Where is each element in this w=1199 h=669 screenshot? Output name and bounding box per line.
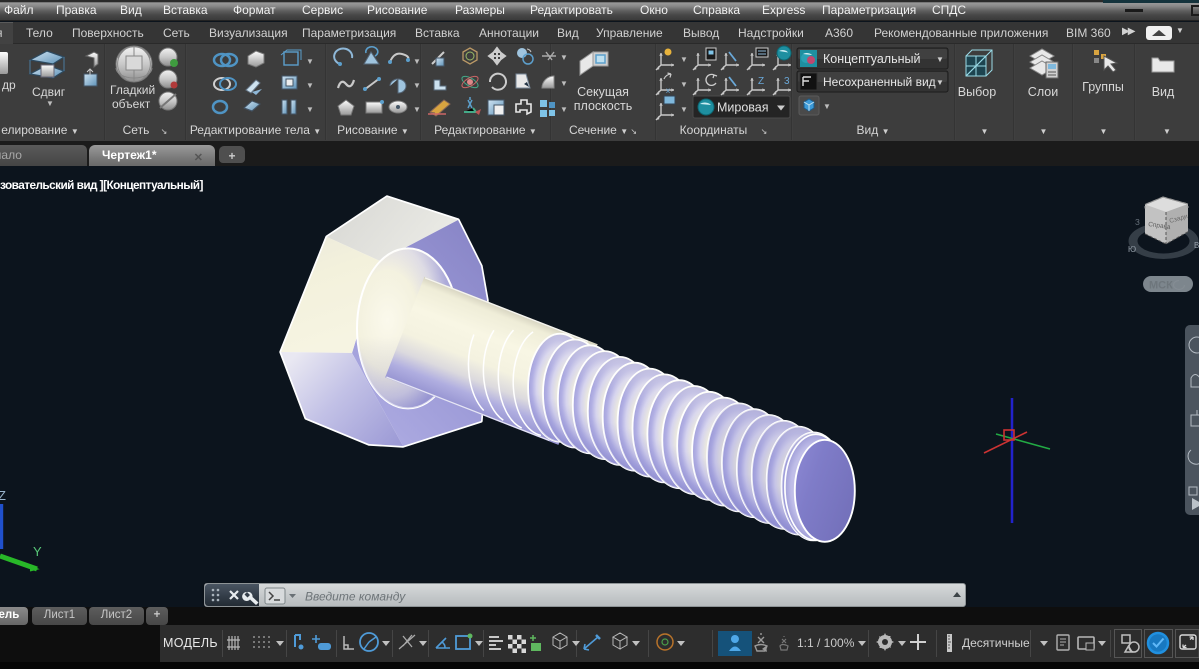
svg-text:Мировая: Мировая (717, 101, 769, 115)
svg-text:Выбор: Выбор (958, 85, 996, 99)
svg-text:Вид: Вид (1152, 85, 1175, 99)
svg-text:З: З (1135, 218, 1140, 227)
svg-text:МСК: МСК (1149, 280, 1173, 292)
svg-text:▼: ▼ (306, 57, 314, 66)
svg-text:▼: ▼ (936, 78, 944, 87)
svg-text:Секущая: Секущая (577, 85, 629, 99)
svg-text:Слои: Слои (1028, 85, 1058, 99)
svg-text:▼: ▼ (680, 55, 688, 64)
svg-text:x: x (666, 86, 670, 95)
svg-text:▼: ▼ (46, 99, 54, 108)
svg-text:▼: ▼ (413, 57, 421, 66)
svg-text:В: В (1194, 241, 1199, 250)
svg-text:▼: ▼ (413, 81, 421, 90)
svg-text:▼: ▼ (306, 105, 314, 114)
svg-text:▼: ▼ (680, 80, 688, 89)
svg-text:Несохраненный вид: Несохраненный вид (823, 75, 936, 89)
svg-text:▼: ▼ (936, 55, 944, 64)
svg-text:▼: ▼ (413, 105, 421, 114)
svg-text:Z: Z (0, 488, 6, 503)
svg-text:Концептуальный: Концептуальный (823, 52, 920, 66)
svg-text:Y: Y (33, 544, 42, 559)
svg-text:Введите команду: Введите команду (305, 590, 406, 604)
svg-text:плоскость: плоскость (574, 99, 632, 113)
svg-text:Группы: Группы (1082, 80, 1124, 94)
svg-text:Десятичные: Десятичные (962, 636, 1030, 650)
svg-text:Ю: Ю (1128, 245, 1136, 254)
svg-text:Сдвиг: Сдвиг (32, 85, 66, 99)
svg-text:▼: ▼ (560, 53, 568, 62)
svg-text:▼: ▼ (306, 81, 314, 90)
svg-text:Z: Z (758, 76, 764, 87)
svg-text:▼: ▼ (680, 105, 688, 114)
svg-text:▼: ▼ (823, 102, 831, 111)
svg-text:▼: ▼ (560, 105, 568, 114)
svg-text:1:1 / 100%: 1:1 / 100% (797, 636, 855, 650)
svg-text:др: др (2, 78, 16, 92)
svg-text:3: 3 (784, 76, 790, 87)
svg-text:▼: ▼ (560, 79, 568, 88)
svg-text:Гладкий: Гладкий (110, 83, 155, 97)
svg-text:объект: объект (112, 97, 151, 111)
